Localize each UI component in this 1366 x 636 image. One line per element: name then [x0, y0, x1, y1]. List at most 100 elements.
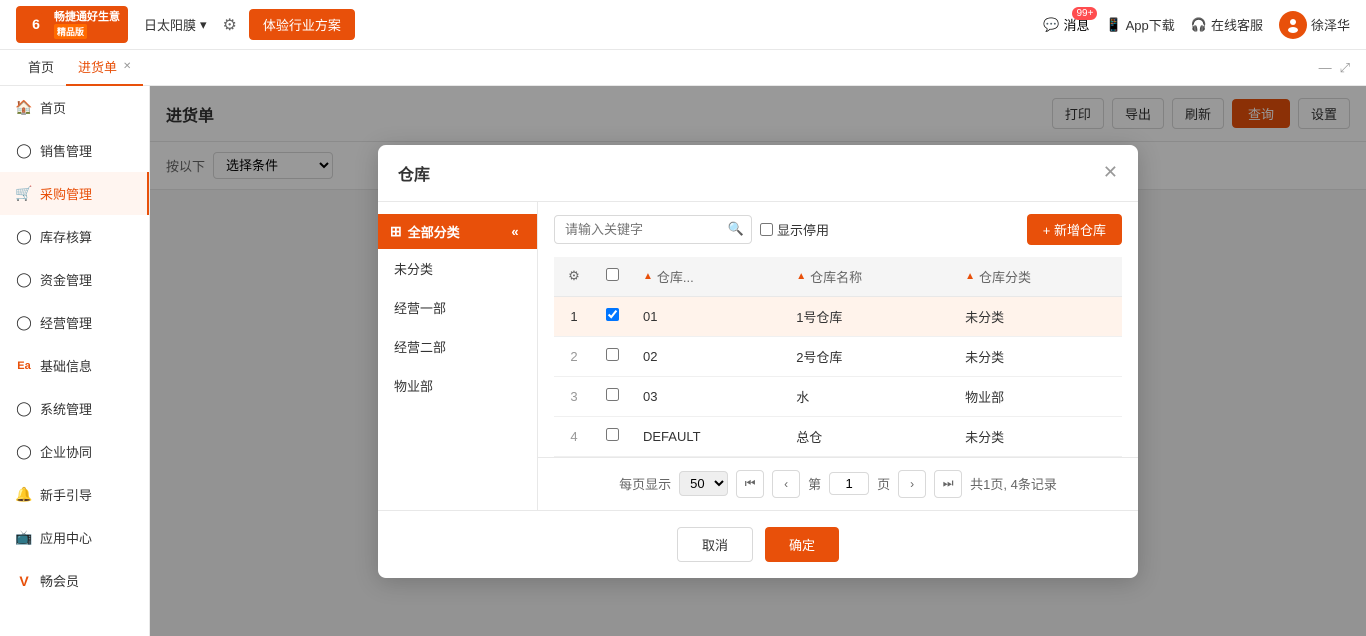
table-row[interactable]: 1 01 1号仓库 未分类	[554, 296, 1122, 336]
row-code: 01	[631, 296, 784, 336]
system-icon: ◯	[16, 401, 32, 417]
last-page-btn[interactable]: ⏭	[934, 470, 962, 498]
col-gear: ⚙	[554, 257, 594, 297]
row-code: DEFAULT	[631, 416, 784, 456]
maximize-icon[interactable]: ⤢	[1340, 60, 1350, 76]
guide-icon: 🔔	[16, 487, 32, 503]
row-number: 4	[554, 416, 594, 456]
sidebar-item-purchase[interactable]: 🛒 采购管理	[0, 172, 149, 215]
sidebar-item-basic-info[interactable]: Ea 基础信息	[0, 344, 149, 387]
sidebar-item-home[interactable]: 🏠 首页	[0, 86, 149, 129]
app-download[interactable]: 📱 App下载	[1105, 15, 1174, 34]
logo-badge: 精品版	[54, 24, 87, 39]
nav-tabs: 首页 进货单 ✕ — ⤢	[0, 50, 1366, 86]
row-checkbox[interactable]	[606, 308, 619, 321]
sidebar-category-property[interactable]: 物业部	[378, 366, 537, 405]
row-checkbox[interactable]	[606, 428, 619, 441]
row-code: 03	[631, 376, 784, 416]
row-checkbox[interactable]	[606, 388, 619, 401]
table-row[interactable]: 2 02 2号仓库 未分类	[554, 336, 1122, 376]
page-label: 第	[808, 474, 821, 493]
sidebar: 🏠 首页 ◯ 销售管理 🛒 采购管理 ◯ 库存核算 ◯ 资金管理 ◯ 经营管理 …	[0, 86, 150, 636]
collapse-icon[interactable]: «	[505, 224, 525, 239]
search-input[interactable]	[554, 215, 752, 244]
row-checkbox-cell	[594, 376, 631, 416]
sidebar-category-dept2[interactable]: 经营二部	[378, 327, 537, 366]
sidebar-category-dept1[interactable]: 经营一部	[378, 288, 537, 327]
row-checkbox-cell	[594, 416, 631, 456]
total-info: 共1页, 4条记录	[970, 474, 1057, 493]
warehouse-table: ⚙ ▲ 仓库...	[538, 257, 1138, 457]
close-icon[interactable]: ✕	[1103, 162, 1118, 183]
home-icon: 🏠	[16, 100, 32, 116]
store-selector[interactable]: 日太阳膜 ▾	[144, 15, 211, 34]
cancel-button[interactable]: 取消	[677, 527, 753, 562]
pagination: 每页显示 50 ⏮ ‹ 第 页 › ⏭ 共1页, 4条记录	[538, 457, 1138, 510]
headset-icon: 🎧	[1191, 17, 1207, 33]
row-checkbox[interactable]	[606, 348, 619, 361]
sidebar-item-system[interactable]: ◯ 系统管理	[0, 387, 149, 430]
sidebar-item-enterprise[interactable]: ◯ 企业协同	[0, 430, 149, 473]
modal-toolbar: 🔍 显示停用 + 新增仓库	[538, 202, 1138, 257]
row-number: 1	[554, 296, 594, 336]
sort-icon2: ▲	[796, 271, 806, 282]
per-page-select[interactable]: 50	[679, 471, 728, 496]
membership-icon: V	[16, 573, 32, 589]
sidebar-item-guide[interactable]: 🔔 新手引导	[0, 473, 149, 516]
confirm-button[interactable]: 确定	[765, 527, 839, 562]
enterprise-icon: ◯	[16, 444, 32, 460]
row-name: 总仓	[784, 416, 953, 456]
basic-info-icon: Ea	[16, 358, 32, 374]
tab-close-icon[interactable]: ✕	[123, 61, 131, 72]
all-categories-item[interactable]: ⊞ 全部分类 «	[378, 214, 537, 249]
notification-item[interactable]: 💬 消息 99+	[1043, 15, 1089, 34]
show-disabled-checkbox[interactable]	[760, 223, 773, 236]
row-name: 水	[784, 376, 953, 416]
page-input[interactable]	[829, 472, 869, 495]
minimize-icon[interactable]: —	[1319, 60, 1332, 76]
user-menu[interactable]: 徐泽华	[1279, 11, 1350, 39]
tab-home[interactable]: 首页	[16, 50, 66, 86]
per-page-label: 每页显示	[619, 474, 671, 493]
online-service[interactable]: 🎧 在线客服	[1191, 15, 1263, 34]
sidebar-item-sales[interactable]: ◯ 销售管理	[0, 129, 149, 172]
col-category-header: ▲ 仓库分类	[953, 257, 1122, 297]
sidebar-item-operations[interactable]: ◯ 经营管理	[0, 301, 149, 344]
modal-footer: 取消 确定	[378, 510, 1138, 578]
row-category: 未分类	[953, 416, 1122, 456]
sidebar-item-membership[interactable]: V 畅会员	[0, 559, 149, 602]
row-name: 2号仓库	[784, 336, 953, 376]
notification-badge: 99+	[1072, 7, 1097, 20]
table-row[interactable]: 3 03 水 物业部	[554, 376, 1122, 416]
grid-icon: ⊞	[390, 223, 402, 240]
add-warehouse-button[interactable]: + 新增仓库	[1027, 214, 1122, 245]
select-all-checkbox[interactable]	[606, 268, 619, 281]
sidebar-item-app-center[interactable]: 📺 应用中心	[0, 516, 149, 559]
logo[interactable]: 6 畅捷通好生意 精品版	[16, 6, 128, 43]
app-center-icon: 📺	[16, 530, 32, 546]
tab-purchase[interactable]: 进货单 ✕	[66, 50, 143, 86]
row-name: 1号仓库	[784, 296, 953, 336]
header-right: 💬 消息 99+ 📱 App下载 🎧 在线客服 徐泽华	[1043, 11, 1350, 39]
search-icon[interactable]: 🔍	[728, 221, 744, 237]
modal-body: ⊞ 全部分类 « 未分类 经营一部 经营二部 物业部	[378, 202, 1138, 510]
next-page-btn[interactable]: ›	[898, 470, 926, 498]
trial-button[interactable]: 体验行业方案	[249, 9, 355, 40]
settings-icon[interactable]: ⚙	[568, 268, 580, 283]
sidebar-item-inventory[interactable]: ◯ 库存核算	[0, 215, 149, 258]
sort-icon: ▲	[643, 271, 653, 282]
sidebar-item-finance[interactable]: ◯ 资金管理	[0, 258, 149, 301]
warehouse-modal: 仓库 ✕ ⊞ 全部分类 « 未分类 经营一部 经营二部	[378, 145, 1138, 578]
gear-icon[interactable]: ⚙	[223, 15, 237, 35]
inventory-icon: ◯	[16, 229, 32, 245]
sidebar-category-unclassified[interactable]: 未分类	[378, 249, 537, 288]
show-disabled-label[interactable]: 显示停用	[760, 220, 829, 239]
table-row[interactable]: 4 DEFAULT 总仓 未分类	[554, 416, 1122, 456]
operations-icon: ◯	[16, 315, 32, 331]
prev-page-btn[interactable]: ‹	[772, 470, 800, 498]
sort-icon3: ▲	[965, 271, 975, 282]
first-page-btn[interactable]: ⏮	[736, 470, 764, 498]
modal-title: 仓库	[398, 161, 430, 185]
row-category: 物业部	[953, 376, 1122, 416]
logo-icon: 6	[24, 12, 48, 36]
